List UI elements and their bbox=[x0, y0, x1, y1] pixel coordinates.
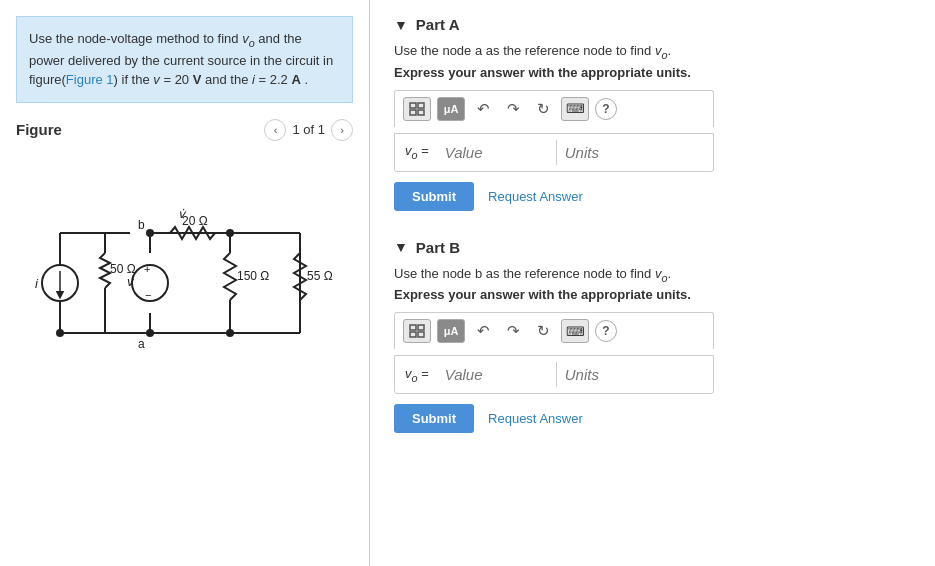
svg-text:55 Ω: 55 Ω bbox=[307, 269, 333, 283]
svg-rect-41 bbox=[418, 325, 424, 330]
figure-prev-button[interactable]: ‹ bbox=[264, 119, 286, 141]
part-b-description: Use the node b as the reference node to … bbox=[394, 266, 911, 284]
part-a-section: ▼ Part A Use the node a as the reference… bbox=[394, 16, 911, 211]
redo-button-b[interactable]: ↷ bbox=[501, 319, 525, 343]
mu-a-button-a[interactable]: μA bbox=[437, 97, 465, 121]
help-label-b: ? bbox=[602, 324, 609, 338]
svg-rect-36 bbox=[410, 103, 416, 108]
figure-nav: ‹ 1 of 1 › bbox=[264, 119, 353, 141]
part-a-arrow: ▼ bbox=[394, 17, 408, 33]
part-a-description: Use the node a as the reference node to … bbox=[394, 43, 911, 61]
part-a-submit-button[interactable]: Submit bbox=[394, 182, 474, 211]
figure-header: Figure ‹ 1 of 1 › bbox=[16, 119, 353, 141]
keyboard-button-a[interactable]: ⌨ bbox=[561, 97, 589, 121]
part-b-vo-label: vo = bbox=[405, 366, 429, 384]
circuit-diagram: i + − b a bbox=[30, 173, 340, 376]
figure-next-button[interactable]: › bbox=[331, 119, 353, 141]
part-a-input-row: vo = bbox=[394, 133, 714, 172]
main-container: Use the node-voltage method to find vo a… bbox=[0, 0, 935, 566]
matrix-button-b[interactable] bbox=[403, 319, 431, 343]
svg-rect-38 bbox=[410, 110, 416, 115]
right-panel: ▼ Part A Use the node a as the reference… bbox=[370, 0, 935, 566]
part-b-input-row: vo = bbox=[394, 355, 714, 394]
svg-rect-37 bbox=[418, 103, 424, 108]
svg-rect-42 bbox=[410, 332, 416, 337]
figure-nav-count: 1 of 1 bbox=[292, 122, 325, 137]
part-a-toolbar: μA ↶ ↷ ↻ ⌨ ? bbox=[394, 90, 714, 127]
svg-text:−: − bbox=[145, 289, 151, 301]
part-b-instruction: Express your answer with the appropriate… bbox=[394, 287, 911, 302]
part-b-arrow: ▼ bbox=[394, 239, 408, 255]
part-a-value-input[interactable] bbox=[437, 140, 557, 165]
svg-rect-39 bbox=[418, 110, 424, 115]
mu-a-label-a: μA bbox=[444, 103, 459, 115]
circuit-svg: i + − b a bbox=[30, 173, 340, 373]
svg-point-35 bbox=[56, 329, 64, 337]
part-a-vo-label: vo = bbox=[405, 143, 429, 161]
help-label-a: ? bbox=[602, 102, 609, 116]
left-panel: Use the node-voltage method to find vo a… bbox=[0, 0, 370, 566]
refresh-button-a[interactable]: ↻ bbox=[531, 97, 555, 121]
part-b-units-input[interactable] bbox=[557, 362, 637, 387]
part-b-submit-button[interactable]: Submit bbox=[394, 404, 474, 433]
svg-text:i: i bbox=[35, 276, 39, 291]
part-a-request-link[interactable]: Request Answer bbox=[488, 189, 583, 204]
keyboard-button-b[interactable]: ⌨ bbox=[561, 319, 589, 343]
undo-button-b[interactable]: ↶ bbox=[471, 319, 495, 343]
part-a-actions: Submit Request Answer bbox=[394, 182, 911, 211]
problem-statement: Use the node-voltage method to find vo a… bbox=[16, 16, 353, 103]
svg-rect-43 bbox=[418, 332, 424, 337]
figure-link[interactable]: Figure 1 bbox=[66, 72, 114, 87]
svg-point-16 bbox=[146, 329, 154, 337]
part-b-actions: Submit Request Answer bbox=[394, 404, 911, 433]
part-a-units-input[interactable] bbox=[557, 140, 637, 165]
part-b-header: ▼ Part B bbox=[394, 239, 911, 256]
svg-text:150 Ω: 150 Ω bbox=[237, 269, 269, 283]
svg-rect-40 bbox=[410, 325, 416, 330]
svg-text:a: a bbox=[138, 337, 145, 351]
matrix-button-a[interactable] bbox=[403, 97, 431, 121]
mu-a-button-b[interactable]: μA bbox=[437, 319, 465, 343]
part-a-title: Part A bbox=[416, 16, 460, 33]
help-button-b[interactable]: ? bbox=[595, 320, 617, 342]
problem-text: Use the node-voltage method to find vo a… bbox=[29, 31, 333, 87]
help-button-a[interactable]: ? bbox=[595, 98, 617, 120]
redo-button-a[interactable]: ↷ bbox=[501, 97, 525, 121]
matrix-icon-b bbox=[409, 324, 425, 338]
svg-point-33 bbox=[226, 229, 234, 237]
svg-text:+: + bbox=[144, 263, 150, 275]
mu-a-label-b: μA bbox=[444, 325, 459, 337]
circuit-area: i + − b a bbox=[16, 153, 353, 386]
part-b-request-link[interactable]: Request Answer bbox=[488, 411, 583, 426]
part-b-toolbar: μA ↶ ↷ ↻ ⌨ ? bbox=[394, 312, 714, 349]
svg-text:b: b bbox=[138, 218, 145, 232]
part-b-value-input[interactable] bbox=[437, 362, 557, 387]
part-a-instruction: Express your answer with the appropriate… bbox=[394, 65, 911, 80]
refresh-button-b[interactable]: ↻ bbox=[531, 319, 555, 343]
svg-text:20 Ω: 20 Ω bbox=[182, 214, 208, 228]
svg-text:50 Ω: 50 Ω bbox=[110, 262, 136, 276]
part-a-header: ▼ Part A bbox=[394, 16, 911, 33]
matrix-icon-a bbox=[409, 102, 425, 116]
svg-point-34 bbox=[226, 329, 234, 337]
figure-title: Figure bbox=[16, 121, 62, 138]
undo-button-a[interactable]: ↶ bbox=[471, 97, 495, 121]
part-b-title: Part B bbox=[416, 239, 460, 256]
part-b-section: ▼ Part B Use the node b as the reference… bbox=[394, 239, 911, 434]
